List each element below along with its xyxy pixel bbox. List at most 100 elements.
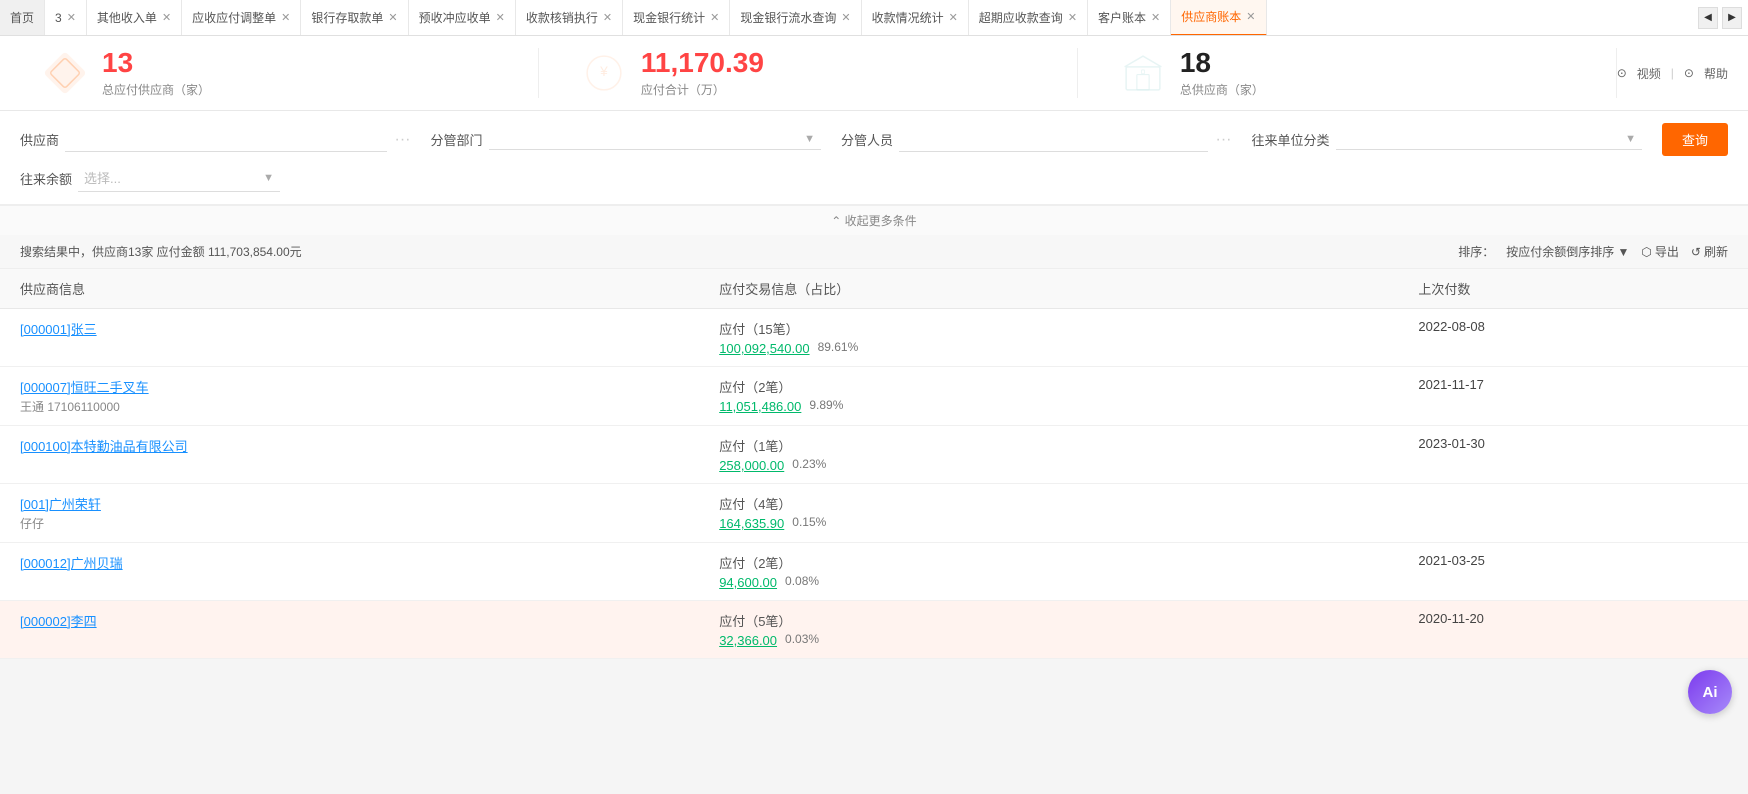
nav-tab-cash-bank-flow-close[interactable]: ✕ [841,11,850,24]
collapse-more-conditions[interactable]: ⌃ 收起更多条件 [0,205,1748,235]
tx-amount[interactable]: 164,635.90 [719,516,784,531]
stat-payable-amount-text: 11,170.39 应付合计（万） [641,49,764,98]
last-payment-cell: 2020-11-20 [1398,601,1748,659]
col-last-payment: 上次付数 [1398,269,1748,309]
filter-person-dots[interactable]: ··· [1216,131,1232,149]
nav-tab-overdue-collect-label: 超期应收款查询 [979,9,1063,26]
filter-supplier-input[interactable] [65,128,387,152]
nav-tab-collection-stat-close[interactable]: ✕ [949,11,958,24]
stat-total-suppliers-text: 18 总供应商（家） [1180,49,1264,98]
nav-tab-home-label: 首页 [10,9,34,26]
ai-label: Ai [1703,684,1718,701]
nav-tab-advance-collection[interactable]: 预收冲应收单 ✕ [409,0,516,36]
nav-tab-advance-collection-label: 预收冲应收单 [419,9,491,26]
nav-tab-cash-bank-stat[interactable]: 现金银行统计 ✕ [623,0,730,36]
supplier-info-cell: [000100]本特勤油品有限公司 [0,426,699,484]
stat-total-payable-amount: ¥ 11,170.39 应付合计（万） [539,48,1078,98]
supplier-link[interactable]: [000100]本特勤油品有限公司 [20,439,188,454]
filter-category-select[interactable]: ▼ [1336,129,1642,150]
tx-info-cell: 应付（4笔）164,635.900.15% [699,484,1398,543]
nav-tab-receipt-verify-close[interactable]: ✕ [603,11,612,24]
filter-person-input[interactable] [899,128,1208,152]
nav-tab-ar-adjustment-close[interactable]: ✕ [281,11,290,24]
nav-tab-overdue-collect[interactable]: 超期应收款查询 ✕ [969,0,1088,36]
result-bar: 搜索结果中，供应商13家 应付金额 111,703,854.00元 排序： 按应… [0,235,1748,269]
ai-assistant-button[interactable]: Ai [1688,670,1732,714]
tx-amount[interactable]: 258,000.00 [719,458,784,473]
tx-percent: 0.23% [792,457,826,471]
nav-tab-cash-bank-stat-close[interactable]: ✕ [710,11,719,24]
export-label: 导出 [1655,243,1679,260]
filter-supplier-dots[interactable]: ··· [395,131,411,149]
filter-dept-label: 分管部门 [431,130,483,149]
search-button[interactable]: 查询 [1662,123,1728,156]
supplier-info-cell: [000001]张三 [0,309,699,367]
nav-tab-customer-account-close[interactable]: ✕ [1151,11,1160,24]
video-link[interactable]: 视频 [1637,65,1661,82]
supplier-link[interactable]: [000002]李四 [20,614,97,629]
filter-balance-select[interactable]: 选择... ▼ [78,164,280,192]
stat-total-payable-suppliers: 13 总应付供应商（家） [0,48,539,98]
collapse-label: ⌃ 收起更多条件 [831,214,916,228]
nav-tab-3-label: 3 [55,11,62,25]
supplier-link[interactable]: [001]广州荣轩 [20,497,101,512]
stat-payable-suppliers-text: 13 总应付供应商（家） [102,49,210,98]
nav-left-arrow[interactable]: ◀ [1698,7,1718,29]
nav-tab-supplier-account-close[interactable]: ✕ [1246,10,1255,23]
filter-balance-value: 选择... [84,168,121,187]
filter-supplier: 供应商 ··· [20,128,411,152]
nav-tab-home[interactable]: 首页 [0,0,45,36]
tx-amount[interactable]: 11,051,486.00 [719,399,801,414]
nav-tab-ar-adjustment[interactable]: 应收应付调整单 ✕ [182,0,301,36]
filter-row-2: 往来余额 选择... ▼ [20,164,1728,192]
nav-tab-bank-deposit-close[interactable]: ✕ [388,11,397,24]
filter-row-1: 供应商 ··· 分管部门 ▼ 分管人员 ··· 往来单位分类 ▼ 查询 [20,123,1728,156]
table-row: [000012]广州贝瑞应付（2笔）94,600.000.08%2021-03-… [0,543,1748,601]
refresh-label: 刷新 [1704,243,1728,260]
nav-tab-collection-stat[interactable]: 收款情况统计 ✕ [862,0,969,36]
supplier-link[interactable]: [000007]恒旺二手叉车 [20,380,149,395]
last-payment-cell: 2022-08-08 [1398,309,1748,367]
nav-tab-overdue-collect-close[interactable]: ✕ [1068,11,1077,24]
stat-payable-suppliers-label: 总应付供应商（家） [102,81,210,98]
tx-amount[interactable]: 100,092,540.00 [719,341,809,356]
supplier-info-cell: [000007]恒旺二手叉车王通 17106110000 [0,367,699,426]
stat-total-suppliers-number: 18 [1180,49,1264,77]
nav-tab-cash-bank-flow[interactable]: 现金银行流水查询 ✕ [730,0,861,36]
table-row: [000002]李四应付（5笔）32,366.000.03%2020-11-20 [0,601,1748,659]
help-link[interactable]: 帮助 [1704,65,1728,82]
tx-amount[interactable]: 94,600.00 [719,575,777,590]
table-row: [000001]张三应付（15笔）100,092,540.0089.61%202… [0,309,1748,367]
nav-tab-bank-deposit[interactable]: 银行存取款单 ✕ [301,0,408,36]
sort-value[interactable]: 按应付余额倒序排序 ▼ [1506,243,1629,260]
supplier-table: 供应商信息 应付交易信息（占比） 上次付数 [000001]张三应付（15笔）1… [0,269,1748,659]
tx-amount[interactable]: 32,366.00 [719,633,777,648]
nav-tab-other-income[interactable]: 其他收入单 ✕ [87,0,182,36]
filter-category: 往来单位分类 ▼ [1252,129,1643,150]
filter-balance-arrow: ▼ [263,172,274,184]
supplier-info-cell: [000002]李四 [0,601,699,659]
tx-info-cell: 应付（2笔）94,600.000.08% [699,543,1398,601]
tx-label: 应付（2笔） [719,377,1378,396]
supplier-link[interactable]: [000012]广州贝瑞 [20,556,123,571]
nav-tab-other-income-label: 其他收入单 [97,9,157,26]
tx-percent: 89.61% [818,340,859,354]
supplier-link[interactable]: [000001]张三 [20,322,97,337]
nav-tab-3-close[interactable]: ✕ [67,11,76,24]
result-info: 搜索结果中，供应商13家 应付金额 111,703,854.00元 [20,243,302,260]
nav-right-arrow[interactable]: ▶ [1722,7,1742,29]
filter-category-arrow: ▼ [1625,133,1636,145]
nav-tab-receipt-verify[interactable]: 收款核销执行 ✕ [516,0,623,36]
tx-label: 应付（1笔） [719,436,1378,455]
nav-tab-supplier-account[interactable]: 供应商账本 ✕ [1171,0,1266,36]
nav-tab-advance-collection-close[interactable]: ✕ [496,11,505,24]
filter-dept-select[interactable]: ▼ [489,129,821,150]
refresh-button[interactable]: ↺ 刷新 [1691,243,1728,260]
nav-tab-other-income-close[interactable]: ✕ [162,11,171,24]
nav-tab-cash-bank-flow-label: 现金银行流水查询 [740,9,836,26]
nav-tab-customer-account[interactable]: 客户账本 ✕ [1088,0,1171,36]
export-button[interactable]: ⬡ 导出 [1641,243,1679,260]
export-icon: ⬡ [1641,245,1651,259]
nav-tab-3[interactable]: 3 ✕ [45,0,87,36]
tx-info-cell: 应付（2笔）11,051,486.009.89% [699,367,1398,426]
